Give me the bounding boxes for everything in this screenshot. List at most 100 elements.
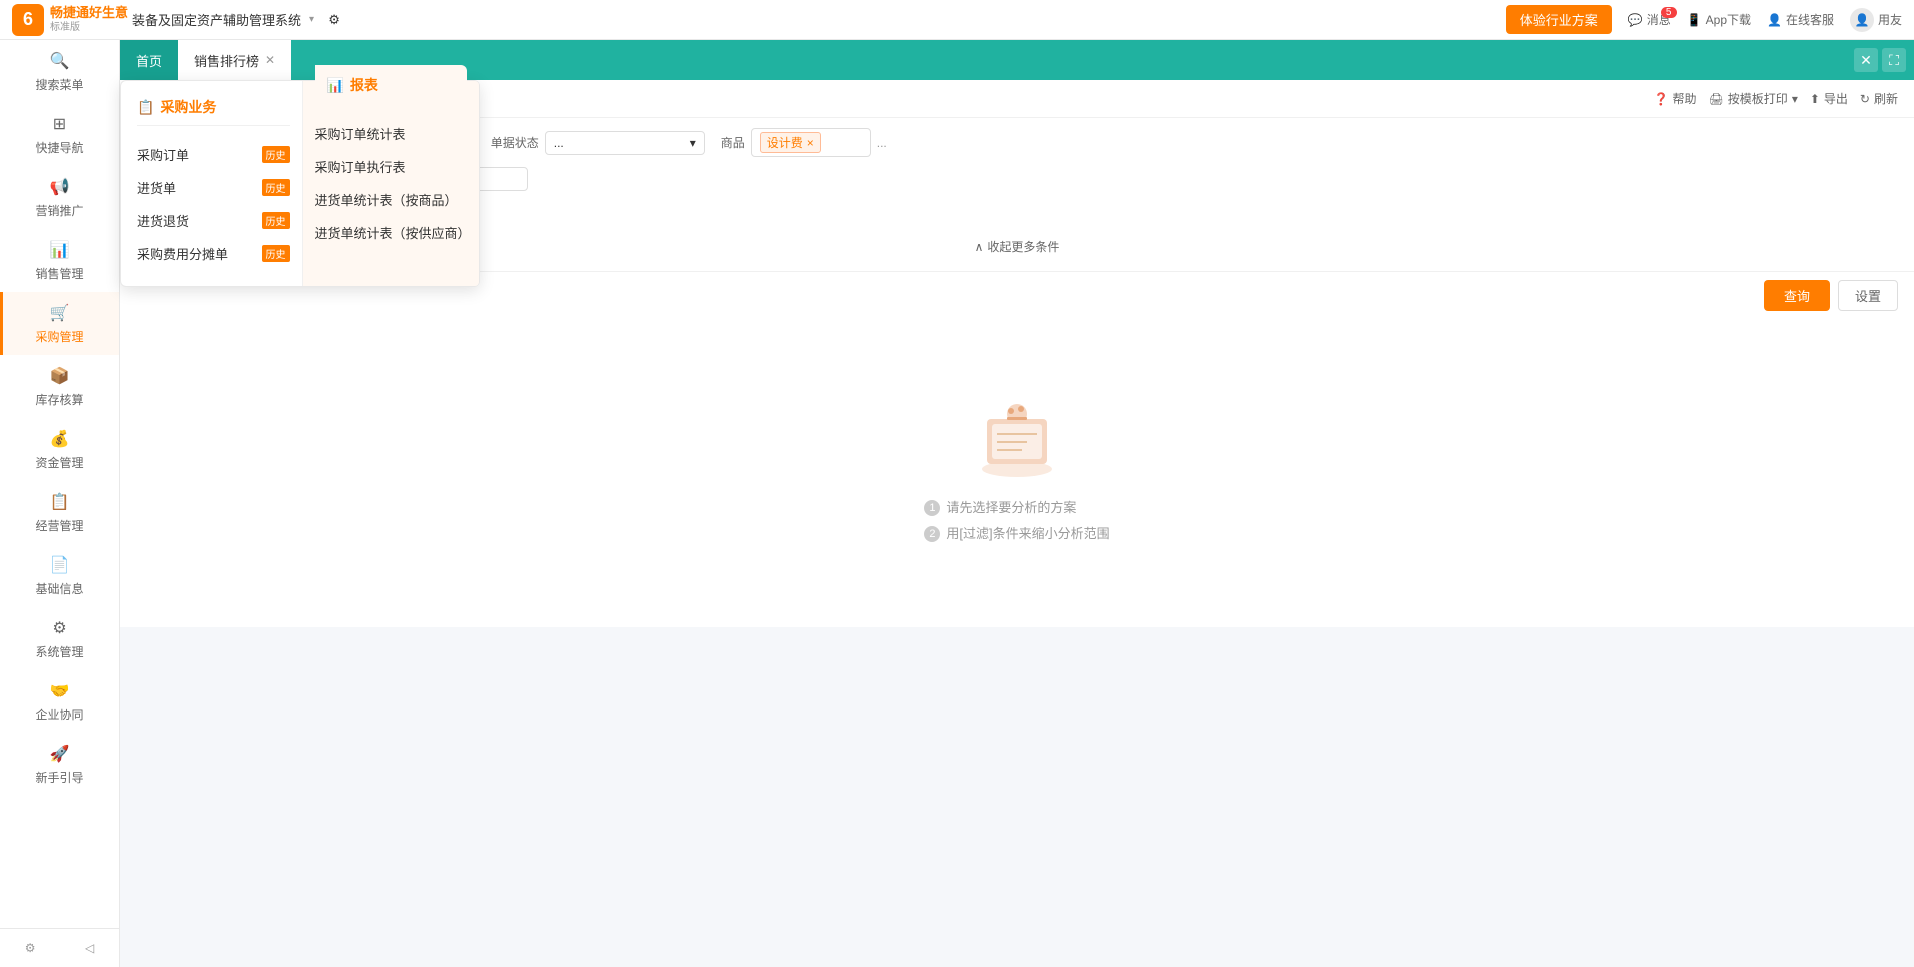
step-1-text: 请先选择要分析的方案 [946,495,1076,521]
empty-text: 1 请先选择要分析的方案 2 用[过滤]条件来缩小分析范围 [924,495,1109,547]
dropdown-col-purchase: 📋 采购业务 采购订单 历史 进货单 历史 进货退货 历史 采购费用分摊单 历史 [137,97,290,270]
menu-item-label: 进货退货 [137,211,189,230]
logo-icon: 6 [12,4,44,36]
empty-state: 1 请先选择要分析的方案 2 用[过滤]条件来缩小分析范围 [120,319,1914,627]
menu-item-goods-stats-by-supplier[interactable]: 进货单统计表（按供应商） [315,216,468,249]
app-label: App下载 [1706,11,1751,28]
print-btn[interactable]: 🖨 按模板打印 ▾ [1709,90,1798,107]
goods-more[interactable]: ... [877,136,887,150]
sidebar-item-search[interactable]: 🔍 搜索菜单 [0,40,119,103]
export-btn[interactable]: ⬆ 导出 [1810,90,1848,107]
inventory-icon: 📦 [49,365,71,387]
goods-tag-close[interactable]: × [807,136,814,150]
menu-item-label: 进货单统计表（按商品） [315,190,458,209]
report-col-icon: 📊 [327,77,344,94]
tab-actions: ✕ ⛶ [1854,48,1914,72]
sidebar-label-beginner: 新手引导 [35,769,83,786]
enterprise-icon: 🤝 [49,680,71,702]
industry-btn[interactable]: 体验行业方案 [1506,5,1612,34]
step-1-num: 1 [924,500,940,516]
help-btn[interactable]: ❓ 帮助 [1654,90,1697,107]
menu-item-goods-receipt[interactable]: 进货单 历史 [137,171,290,204]
sidebar-item-operation[interactable]: 📋 经营管理 [0,481,119,544]
sidebar-label-enterprise: 企业协同 [35,706,83,723]
menu-item-label: 采购订单统计表 [315,124,406,143]
sidebar-item-sales[interactable]: 📊 销售管理 [0,229,119,292]
tab-fullscreen-btn[interactable]: ⛶ [1882,48,1906,72]
sidebar-item-system[interactable]: ⚙ 系统管理 [0,607,119,670]
collapse-text: 收起更多条件 [987,238,1059,255]
empty-step-2: 2 用[过滤]条件来缩小分析范围 [924,521,1109,547]
dropdown-menu: 📋 采购业务 采购订单 历史 进货单 历史 进货退货 历史 采购费用分摊单 历史 [120,80,480,287]
purchase-col-icon: 📋 [137,99,154,116]
sidebar-settings-btn[interactable]: ⚙ [21,937,40,959]
menu-item-purchase-expense[interactable]: 采购费用分摊单 历史 [137,237,290,270]
menu-item-label: 采购订单执行表 [315,157,406,176]
system-settings-icon[interactable]: ⚙ [322,8,346,32]
sales-icon: 📊 [49,239,71,261]
export-icon: ⬆ [1810,92,1820,106]
sidebar-label-sales: 销售管理 [35,265,83,282]
sidebar-label-purchase: 采购管理 [35,328,83,345]
app-download-btn[interactable]: 📱 App下载 [1687,11,1751,28]
menu-item-goods-return[interactable]: 进货退货 历史 [137,204,290,237]
user-btn[interactable]: 👤 用友 [1850,8,1902,32]
quick-nav-icon: ⊞ [49,113,71,135]
brand-name: 畅捷通好生意 [50,5,128,22]
sidebar-item-beginner[interactable]: 🚀 新手引导 [0,733,119,796]
empty-step-1: 1 请先选择要分析的方案 [924,495,1109,521]
goods-tag-label: 设计费 [767,134,803,151]
empty-state-icon [967,399,1067,479]
sidebar-label-system: 系统管理 [35,643,83,660]
menu-item-label: 采购订单 [137,145,189,164]
print-icon: 🖨 [1709,92,1724,106]
sidebar-item-finance[interactable]: 💰 资金管理 [0,418,119,481]
menu-item-order-stats[interactable]: 采购订单统计表 [315,117,468,150]
export-label: 导出 [1824,90,1848,107]
sidebar-item-marketing[interactable]: 📢 营销推广 [0,166,119,229]
system-dropdown-arrow[interactable]: ▾ [309,14,314,25]
sidebar-label-basic-info: 基础信息 [35,580,83,597]
sidebar-item-basic-info[interactable]: 📄 基础信息 [0,544,119,607]
app-icon: 📱 [1687,13,1702,27]
tab-close-icon[interactable]: ✕ [265,53,275,67]
system-title-area: 装备及固定资产辅助管理系统 ▾ ⚙ [132,8,1506,32]
operation-icon: 📋 [49,491,71,513]
settings-btn[interactable]: 设置 [1838,280,1898,311]
query-btn[interactable]: 查询 [1764,280,1830,311]
menu-item-goods-stats-by-product[interactable]: 进货单统计表（按商品） [315,183,468,216]
tab-close-btn[interactable]: ✕ [1854,48,1878,72]
tab-sales-rank[interactable]: 销售排行榜 ✕ [178,40,291,80]
print-dropdown[interactable]: ▾ [1792,92,1798,106]
tab-home[interactable]: 首页 [120,40,178,80]
system-icon: ⚙ [49,617,71,639]
sidebar-item-inventory[interactable]: 📦 库存核算 [0,355,119,418]
refresh-btn[interactable]: ↻ 刷新 [1860,90,1898,107]
sidebar-label-operation: 经营管理 [35,517,83,534]
menu-item-label: 进货单统计表（按供应商） [315,223,468,242]
sidebar-item-quick-nav[interactable]: ⊞ 快捷导航 [0,103,119,166]
sidebar-collapse-btn[interactable]: ◁ [81,937,98,959]
online-service-btn[interactable]: 👤 在线客服 [1767,11,1834,28]
sidebar-label-search: 搜索菜单 [35,76,83,93]
service-icon: 👤 [1767,13,1782,27]
filter-voucher-status: 单据状态 ... ▾ [491,131,705,155]
system-title-text: 装备及固定资产辅助管理系统 [132,10,301,29]
brand-sub: 标准版 [50,21,128,34]
menu-item-purchase-order[interactable]: 采购订单 历史 [137,138,290,171]
sidebar-item-enterprise[interactable]: 🤝 企业协同 [0,670,119,733]
print-label: 按模板打印 [1728,90,1788,107]
beginner-icon: 🚀 [49,743,71,765]
search-icon: 🔍 [49,50,71,72]
dropdown-col-report: 📊 报表 采购订单统计表 采购订单执行表 进货单统计表（按商品） 进货单统计表（… [302,81,480,286]
sidebar-item-purchase[interactable]: 🛒 采购管理 [0,292,119,355]
basic-info-icon: 📄 [49,554,71,576]
voucher-status-select[interactable]: ... ▾ [545,131,705,155]
sidebar-label-quick-nav: 快捷导航 [35,139,83,156]
finance-icon: 💰 [49,428,71,450]
menu-item-order-exec[interactable]: 采购订单执行表 [315,150,468,183]
tab-home-label: 首页 [136,51,162,70]
purchase-col-label: 采购业务 [160,97,216,117]
messages-btn[interactable]: 💬 消息 5 [1628,11,1671,28]
voucher-status-label: 单据状态 [491,134,539,151]
